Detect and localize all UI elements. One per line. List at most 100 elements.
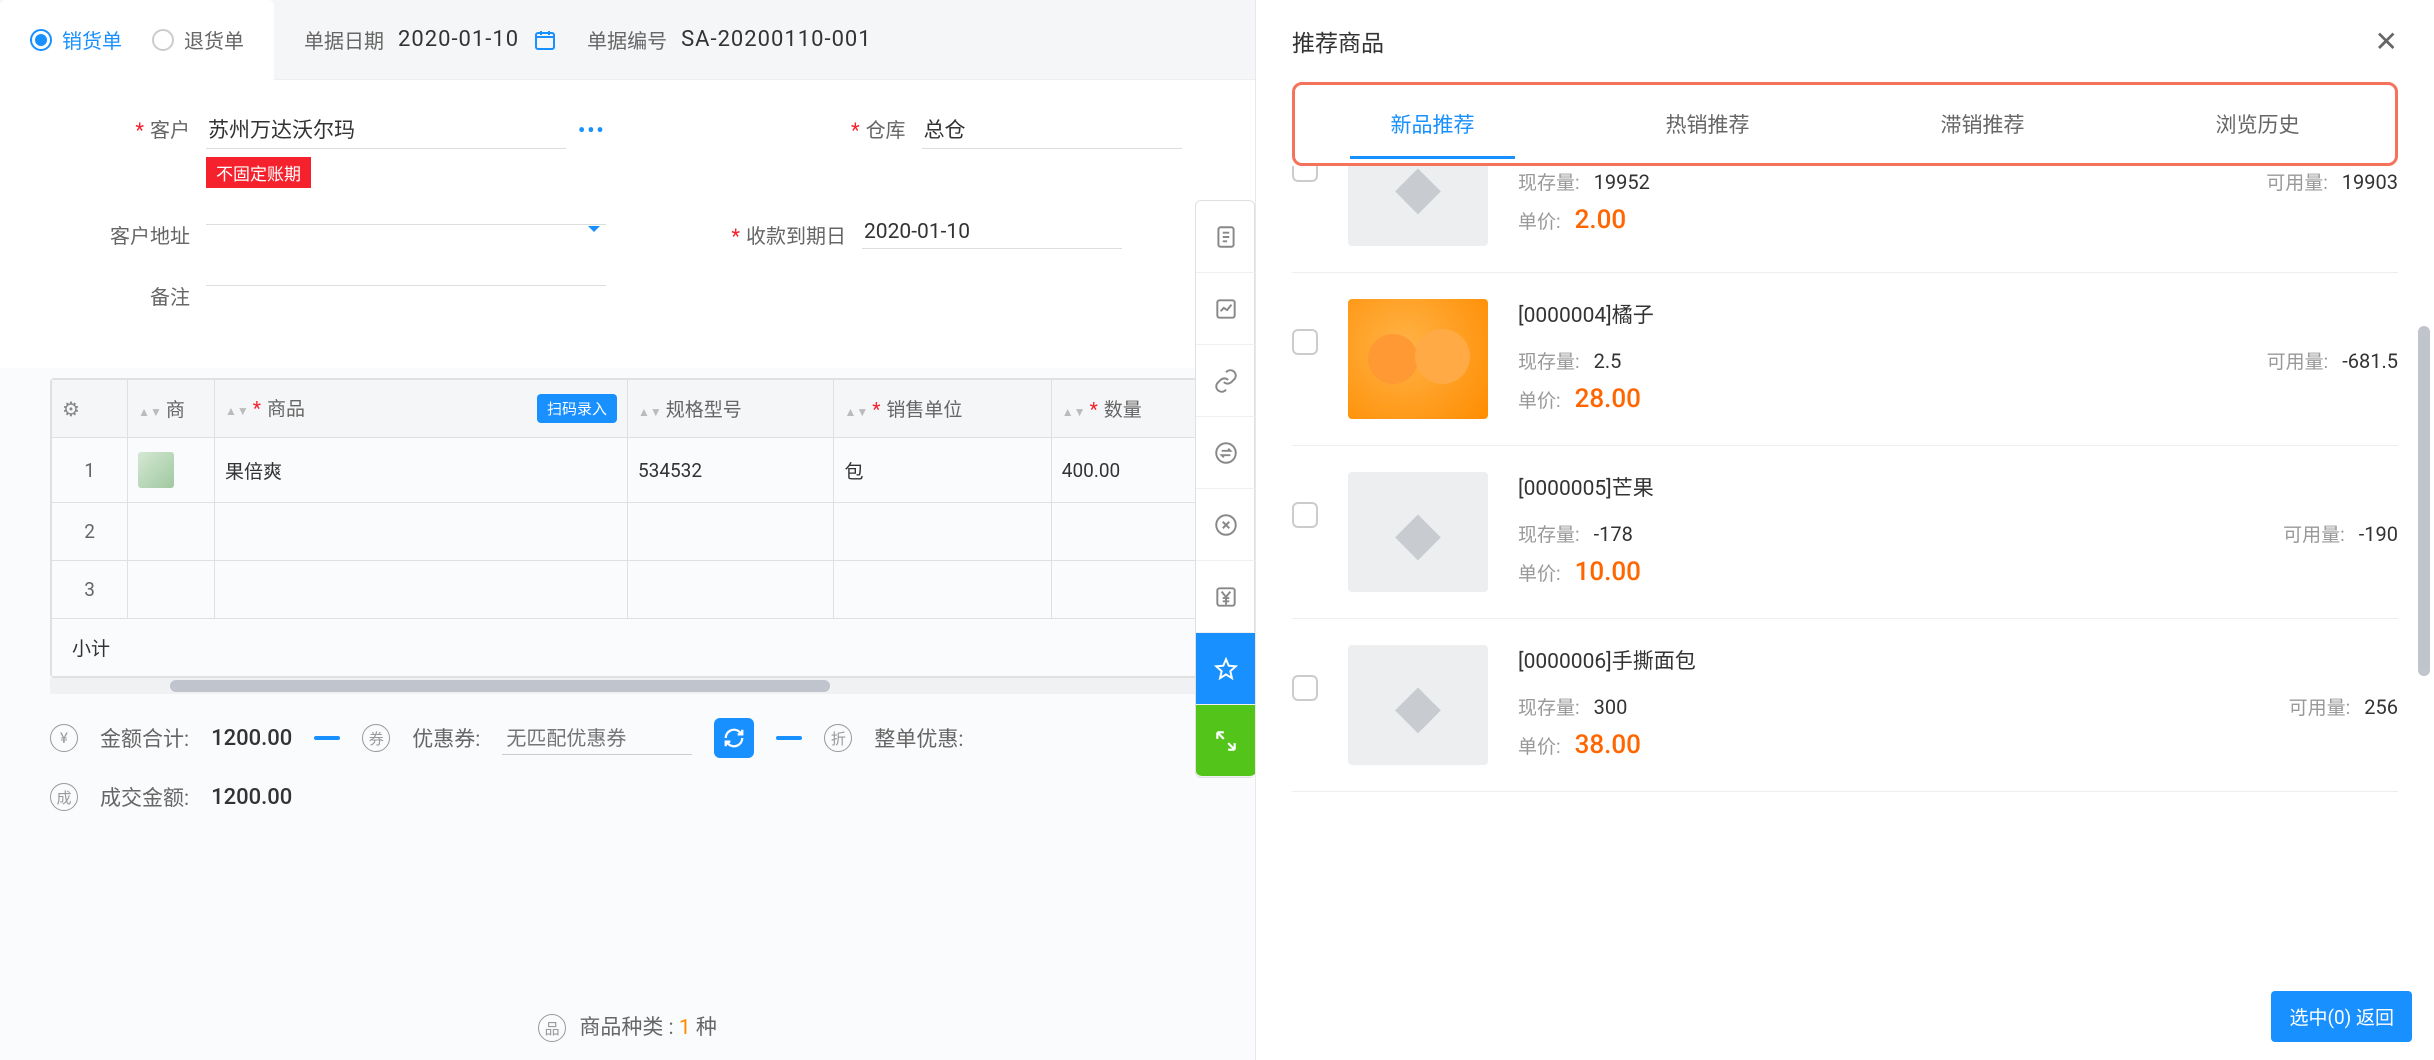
- col-product[interactable]: ▲▼*商品扫码录入: [215, 380, 628, 438]
- radio-icon: [152, 29, 174, 51]
- product-thumb-icon: [138, 452, 174, 488]
- item-avail: 256: [2364, 695, 2398, 719]
- remark-input[interactable]: [206, 277, 606, 286]
- discount-label: 整单优惠:: [874, 723, 963, 753]
- table-row[interactable]: 3: [52, 561, 1204, 619]
- item-thumb: ◆: [1348, 166, 1488, 246]
- row-index: 1: [52, 438, 128, 503]
- rail-expand-icon[interactable]: [1196, 705, 1256, 777]
- item-stock: -178: [1594, 522, 1633, 546]
- item-price: 28.00: [1575, 384, 1641, 414]
- panel-tabs: 新品推荐 热销推荐 滞销推荐 浏览历史: [1292, 82, 2398, 166]
- doc-header-bar: 销货单 退货单 单据日期 2020-01-10 单据编号 SA-20200110…: [0, 0, 1255, 80]
- total-value: 1200.00: [211, 726, 292, 751]
- doc-date-value[interactable]: 2020-01-10: [398, 27, 519, 52]
- refresh-button[interactable]: [714, 718, 754, 758]
- tab-return-label: 退货单: [184, 25, 244, 54]
- scan-entry-button[interactable]: 扫码录入: [537, 394, 617, 423]
- doc-date-label: 单据日期: [304, 25, 384, 54]
- doc-no-field: 单据编号 SA-20200110-001: [587, 25, 872, 54]
- warehouse-input[interactable]: 总仓: [922, 110, 1182, 149]
- col-image[interactable]: ▲▼商: [128, 380, 215, 438]
- selected-return-button[interactable]: 选中(0) 返回: [2271, 991, 2412, 1042]
- cell-unit[interactable]: 包: [834, 438, 1051, 503]
- address-field: 客户地址: [50, 216, 606, 249]
- recommend-panel: 推荐商品 ✕ 新品推荐 热销推荐 滞销推荐 浏览历史 ◆ 250ml现存量:199…: [1255, 0, 2434, 1060]
- rail-yen-icon[interactable]: [1196, 561, 1256, 633]
- discount-icon: 折: [824, 724, 852, 752]
- table-row[interactable]: 1 果倍爽 534532 包 400.00: [52, 438, 1204, 503]
- tab-sales-label: 销货单: [62, 25, 122, 54]
- line-items-grid: ⚙ ▲▼商 ▲▼*商品扫码录入 ▲▼规格型号 ▲▼*销售单位 ▲▼*数量 1 果…: [50, 378, 1205, 678]
- item-title: [0000006]手撕面包: [1518, 645, 2398, 675]
- table-row[interactable]: 2: [52, 503, 1204, 561]
- item-stock: 2.5: [1594, 349, 1622, 373]
- item-checkbox[interactable]: [1292, 675, 1318, 701]
- item-price: 10.00: [1575, 557, 1641, 587]
- kind-label: 商品种类 :: [579, 1016, 673, 1040]
- item-stock: 300: [1594, 695, 1628, 719]
- rail-tag-icon[interactable]: [1196, 489, 1256, 561]
- form-section: *客户 苏州万达沃尔玛 ••• 不固定账期 *仓库 总仓 客户地: [0, 80, 1255, 368]
- col-spec[interactable]: ▲▼规格型号: [627, 380, 833, 438]
- item-avail: -681.5: [2342, 349, 2398, 373]
- customer-more-icon[interactable]: •••: [578, 118, 606, 142]
- item-thumb: ◆: [1348, 472, 1488, 592]
- rail-link-icon[interactable]: [1196, 345, 1256, 417]
- cell-spec[interactable]: 534532: [627, 438, 833, 503]
- calendar-icon[interactable]: [533, 28, 557, 52]
- col-qty[interactable]: ▲▼*数量: [1051, 380, 1203, 438]
- deal-bar: 成 成交金额: 1200.00: [0, 782, 1255, 836]
- footer-bar: 品 商品种类 : 1 种: [0, 993, 1255, 1060]
- close-icon[interactable]: ✕: [2375, 25, 2398, 58]
- item-title: [0000004]橘子: [1518, 299, 2398, 329]
- item-checkbox[interactable]: [1292, 329, 1318, 355]
- customer-input[interactable]: 苏州万达沃尔玛: [206, 110, 566, 149]
- item-thumb: ◆: [1348, 645, 1488, 765]
- vertical-scrollbar[interactable]: [2418, 326, 2430, 676]
- kind-suffix: 种: [696, 1016, 717, 1040]
- col-unit[interactable]: ▲▼*销售单位: [834, 380, 1051, 438]
- remark-label: 备注: [150, 285, 190, 309]
- minus-icon: [314, 736, 340, 740]
- doc-date-field: 单据日期 2020-01-10: [304, 25, 557, 54]
- list-item[interactable]: ◆[0000005]芒果现存量:-178可用量:-190单价:10.00: [1292, 446, 2398, 619]
- item-checkbox[interactable]: [1292, 502, 1318, 528]
- coupon-input[interactable]: [502, 722, 692, 755]
- summary-bar: ¥ 金额合计: 1200.00 券 优惠券: 折 整单优惠:: [0, 694, 1255, 782]
- horizontal-scrollbar[interactable]: [50, 678, 1205, 694]
- col-settings[interactable]: ⚙: [52, 380, 128, 438]
- tab-hot[interactable]: 热销推荐: [1570, 91, 1845, 157]
- list-item[interactable]: ◆ 250ml现存量:19952可用量:19903单价:2.00: [1292, 166, 2398, 273]
- due-date-field: *收款到期日 2020-01-10: [706, 216, 1122, 249]
- address-label: 客户地址: [110, 224, 190, 248]
- list-item[interactable]: [0000004]橘子现存量:2.5可用量:-681.5单价:28.00: [1292, 273, 2398, 446]
- item-info: [0000006]手撕面包现存量:300可用量:256单价:38.00: [1518, 645, 2398, 760]
- total-label: 金额合计:: [100, 723, 189, 753]
- rail-swap-icon[interactable]: [1196, 417, 1256, 489]
- item-avail: -190: [2359, 522, 2398, 546]
- tab-return[interactable]: 退货单: [152, 25, 244, 54]
- rail-star-icon[interactable]: [1196, 633, 1256, 705]
- item-price: 38.00: [1575, 730, 1641, 760]
- item-avail: 19903: [2342, 170, 2398, 194]
- panel-footer: 选中(0) 返回: [2271, 991, 2412, 1042]
- tab-new[interactable]: 新品推荐: [1295, 91, 1570, 157]
- rail-doc-icon[interactable]: [1196, 201, 1256, 273]
- tab-history[interactable]: 浏览历史: [2120, 91, 2395, 157]
- cell-product[interactable]: 果倍爽: [215, 438, 628, 503]
- tab-slow[interactable]: 滞销推荐: [1845, 91, 2120, 157]
- tab-sales[interactable]: 销货单: [30, 25, 122, 54]
- item-info: 250ml现存量:19952可用量:19903单价:2.00: [1518, 166, 2398, 235]
- main-form-area: 销货单 退货单 单据日期 2020-01-10 单据编号 SA-20200110…: [0, 0, 1255, 1060]
- due-date-input[interactable]: 2020-01-10: [862, 216, 1122, 249]
- items-list[interactable]: ◆ 250ml现存量:19952可用量:19903单价:2.00 [0000004]…: [1256, 166, 2434, 1060]
- address-select[interactable]: [206, 216, 606, 225]
- list-item[interactable]: ◆ [0000006]手撕面包现存量:300可用量:256单价:38.00: [1292, 619, 2398, 792]
- customer-term-badge: 不固定账期: [206, 157, 311, 188]
- rail-chart-icon[interactable]: [1196, 273, 1256, 345]
- panel-title: 推荐商品: [1292, 24, 1384, 58]
- item-checkbox[interactable]: [1292, 166, 1318, 182]
- deal-label: 成交金额:: [100, 782, 189, 812]
- cell-qty[interactable]: 400.00: [1051, 438, 1203, 503]
